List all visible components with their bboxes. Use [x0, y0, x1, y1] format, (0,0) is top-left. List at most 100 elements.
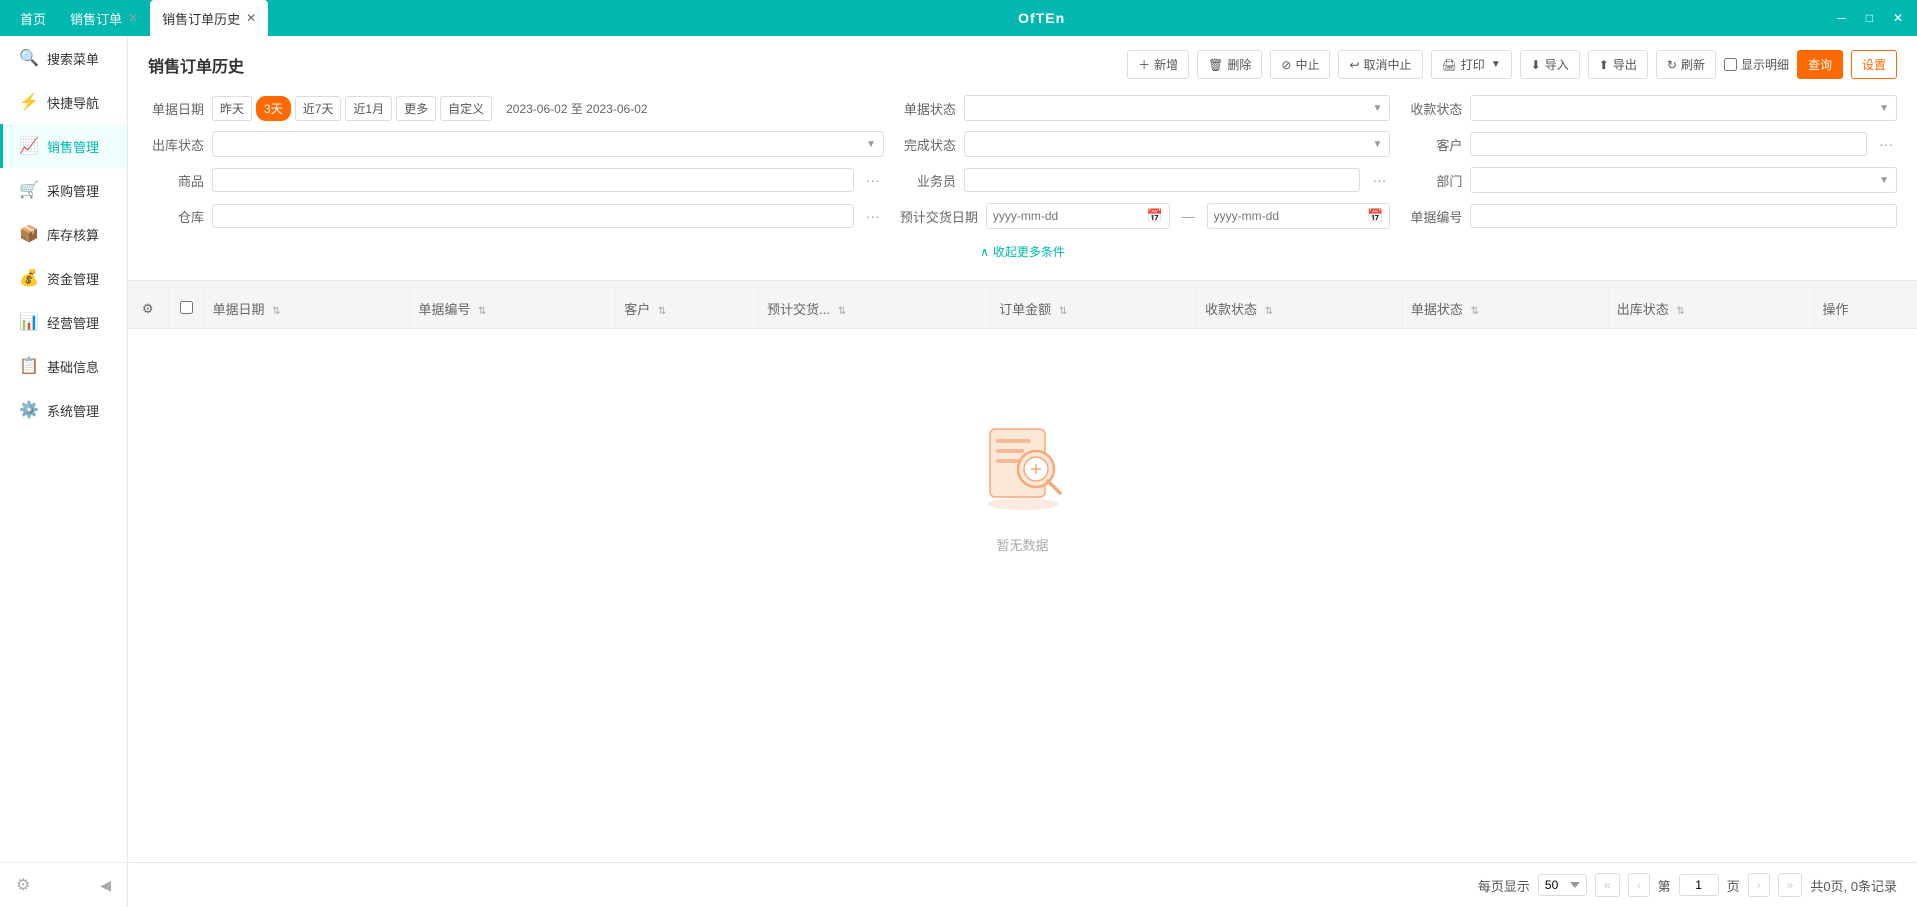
tab-home[interactable]: 首页 [8, 0, 58, 36]
page-next-btn[interactable]: › [1748, 873, 1770, 897]
sidebar-settings-icon[interactable]: ⚙ [16, 875, 30, 895]
date-btn-3days[interactable]: 3天 [256, 96, 291, 121]
order-no-input[interactable] [1470, 204, 1897, 228]
tab-sales-order-close[interactable]: ✕ [128, 11, 138, 25]
table-scroll-area[interactable]: ⚙ 单据日期 ⇅ 单据编号 ⇅ [128, 289, 1917, 862]
th-expected-delivery-sort-icon[interactable]: ⇅ [838, 306, 846, 317]
calendar-from-icon[interactable]: 📅 [1146, 208, 1162, 224]
salesperson-ellipsis-btn[interactable]: ··· [1368, 172, 1390, 188]
warehouse-ellipsis-btn[interactable]: ··· [862, 208, 884, 224]
date-btn-more[interactable]: 更多 [396, 96, 436, 121]
sidebar-collapse-icon[interactable]: ◀ [100, 877, 111, 894]
filter-row-4: 仓库 ··· 预计交货日期 📅 — 📅 [148, 203, 1897, 229]
date-btn-7days[interactable]: 近7天 [295, 96, 342, 121]
completion-status-select[interactable] [964, 131, 1391, 157]
filter-group-expected-delivery: 预计交货日期 📅 — 📅 [900, 203, 1391, 229]
sidebar-item-basic-info[interactable]: 📋 基础信息 [0, 344, 127, 388]
warehouse-input[interactable] [212, 204, 854, 228]
sidebar-item-search-menu[interactable]: 🔍 搜索菜单 [0, 36, 127, 80]
th-date-sort-icon[interactable]: ⇅ [272, 306, 280, 317]
filter-row-2: 出库状态 ▼ 完成状态 [148, 131, 1897, 157]
th-checkbox[interactable] [168, 289, 204, 329]
th-order-status-sort-icon[interactable]: ⇅ [1470, 306, 1478, 317]
table-card: ⚙ 单据日期 ⇅ 单据编号 ⇅ [128, 289, 1917, 862]
close-btn[interactable]: ✕ [1887, 11, 1909, 25]
th-order-status-label: 单据状态 [1411, 302, 1463, 317]
show-detail-checkbox-wrapper[interactable]: 显示明细 [1724, 56, 1789, 73]
page-size-label: 每页显示 [1478, 876, 1530, 895]
page-input[interactable] [1679, 874, 1719, 896]
tab-sales-order-history[interactable]: 销售订单历史 ✕ [150, 0, 268, 36]
page-last-btn[interactable]: » [1778, 873, 1803, 897]
stop-button[interactable]: ⊘ 中止 [1270, 50, 1330, 79]
goods-ellipsis-btn[interactable]: ··· [862, 172, 884, 188]
th-order-status[interactable]: 单据状态 ⇅ [1402, 289, 1608, 329]
payment-status-select[interactable] [1470, 95, 1897, 121]
th-payment-status[interactable]: 收款状态 ⇅ [1197, 289, 1403, 329]
maximize-btn[interactable]: □ [1860, 11, 1879, 25]
th-settings[interactable]: ⚙ [128, 289, 168, 329]
completion-status-select-wrapper: ▼ [964, 131, 1391, 157]
salesperson-label: 业务员 [900, 171, 956, 190]
page-prev-btn[interactable]: ‹ [1628, 873, 1650, 897]
expected-delivery-from-input[interactable] [993, 209, 1143, 223]
page-first-btn[interactable]: « [1595, 873, 1620, 897]
delivery-status-select[interactable] [212, 131, 884, 157]
sidebar-item-purchase-mgmt[interactable]: 🛒 采购管理 [0, 168, 127, 212]
filter-group-warehouse: 仓库 ··· [148, 204, 884, 228]
query-label: 查询 [1808, 56, 1832, 73]
salesperson-input[interactable] [964, 168, 1361, 192]
date-btn-1month[interactable]: 近1月 [345, 96, 392, 121]
select-all-checkbox[interactable] [180, 301, 193, 314]
collapse-label: 收起更多条件 [993, 243, 1065, 260]
cancel-stop-button[interactable]: ↩ 取消中止 [1338, 50, 1422, 79]
order-status-select-wrapper: ▼ [964, 95, 1391, 121]
refresh-button[interactable]: ↻ 刷新 [1656, 50, 1716, 79]
purchase-mgmt-icon: 🛒 [19, 180, 39, 200]
date-btn-yesterday[interactable]: 昨天 [212, 96, 252, 121]
sidebar-item-quick-nav[interactable]: ⚡ 快捷导航 [0, 80, 127, 124]
th-order-amount-sort-icon[interactable]: ⇅ [1059, 306, 1067, 317]
settings-button[interactable]: 设置 [1851, 50, 1897, 79]
total-text: 共0页, 0条记录 [1810, 876, 1897, 895]
calendar-to-icon[interactable]: 📅 [1367, 208, 1383, 224]
delete-button[interactable]: 🗑 删除 [1197, 50, 1262, 79]
sidebar-item-inventory-calc[interactable]: 📦 库存核算 [0, 212, 127, 256]
filter-group-date: 单据日期 昨天 3天 近7天 近1月 更多 自定义 2023-06-02 至 2… [148, 96, 884, 121]
order-status-select[interactable] [964, 95, 1391, 121]
collapse-row[interactable]: ∧ 收起更多条件 [148, 239, 1897, 264]
import-icon: ⬇ [1531, 58, 1541, 72]
export-button[interactable]: ⬆ 导出 [1588, 50, 1648, 79]
sidebar-item-finance-mgmt[interactable]: 💰 资金管理 [0, 256, 127, 300]
sidebar-item-operations-mgmt[interactable]: 📊 经营管理 [0, 300, 127, 344]
department-select[interactable] [1470, 167, 1897, 193]
query-button[interactable]: 查询 [1797, 50, 1843, 79]
th-customer-sort-icon[interactable]: ⇅ [658, 306, 666, 317]
th-delivery-status-sort-icon[interactable]: ⇅ [1676, 306, 1684, 317]
th-order-no-sort-icon[interactable]: ⇅ [478, 306, 486, 317]
customer-input[interactable] [1470, 132, 1867, 156]
sidebar-item-system-mgmt[interactable]: ⚙️ 系统管理 [0, 388, 127, 432]
th-delivery-status[interactable]: 出库状态 ⇅ [1608, 289, 1814, 329]
th-customer[interactable]: 客户 ⇅ [616, 289, 759, 329]
page-size-select[interactable]: 50 10 20 100 [1538, 874, 1587, 896]
th-order-amount[interactable]: 订单金额 ⇅ [991, 289, 1197, 329]
th-order-no[interactable]: 单据编号 ⇅ [410, 289, 616, 329]
show-detail-checkbox[interactable] [1724, 58, 1737, 71]
page-prev-icon: ‹ [1637, 878, 1641, 892]
tab-sales-order-history-close[interactable]: ✕ [246, 11, 256, 25]
goods-input[interactable] [212, 168, 854, 192]
th-settings-icon[interactable]: ⚙ [142, 301, 154, 316]
th-expected-delivery[interactable]: 预计交货... ⇅ [759, 289, 991, 329]
minimize-btn[interactable]: ─ [1831, 11, 1852, 25]
customer-ellipsis-btn[interactable]: ··· [1875, 136, 1897, 152]
import-button[interactable]: ⬇ 导入 [1520, 50, 1580, 79]
date-btn-custom[interactable]: 自定义 [440, 96, 492, 121]
th-payment-status-sort-icon[interactable]: ⇅ [1265, 306, 1273, 317]
th-date[interactable]: 单据日期 ⇅ [204, 289, 410, 329]
new-button[interactable]: ＋ 新增 [1127, 50, 1189, 79]
print-button[interactable]: 🖨 打印 ▼ [1431, 50, 1512, 79]
sidebar-item-sales-mgmt[interactable]: 📈 销售管理 [0, 124, 127, 168]
expected-delivery-to-input[interactable] [1214, 209, 1364, 223]
tab-sales-order[interactable]: 销售订单 ✕ [58, 0, 150, 36]
